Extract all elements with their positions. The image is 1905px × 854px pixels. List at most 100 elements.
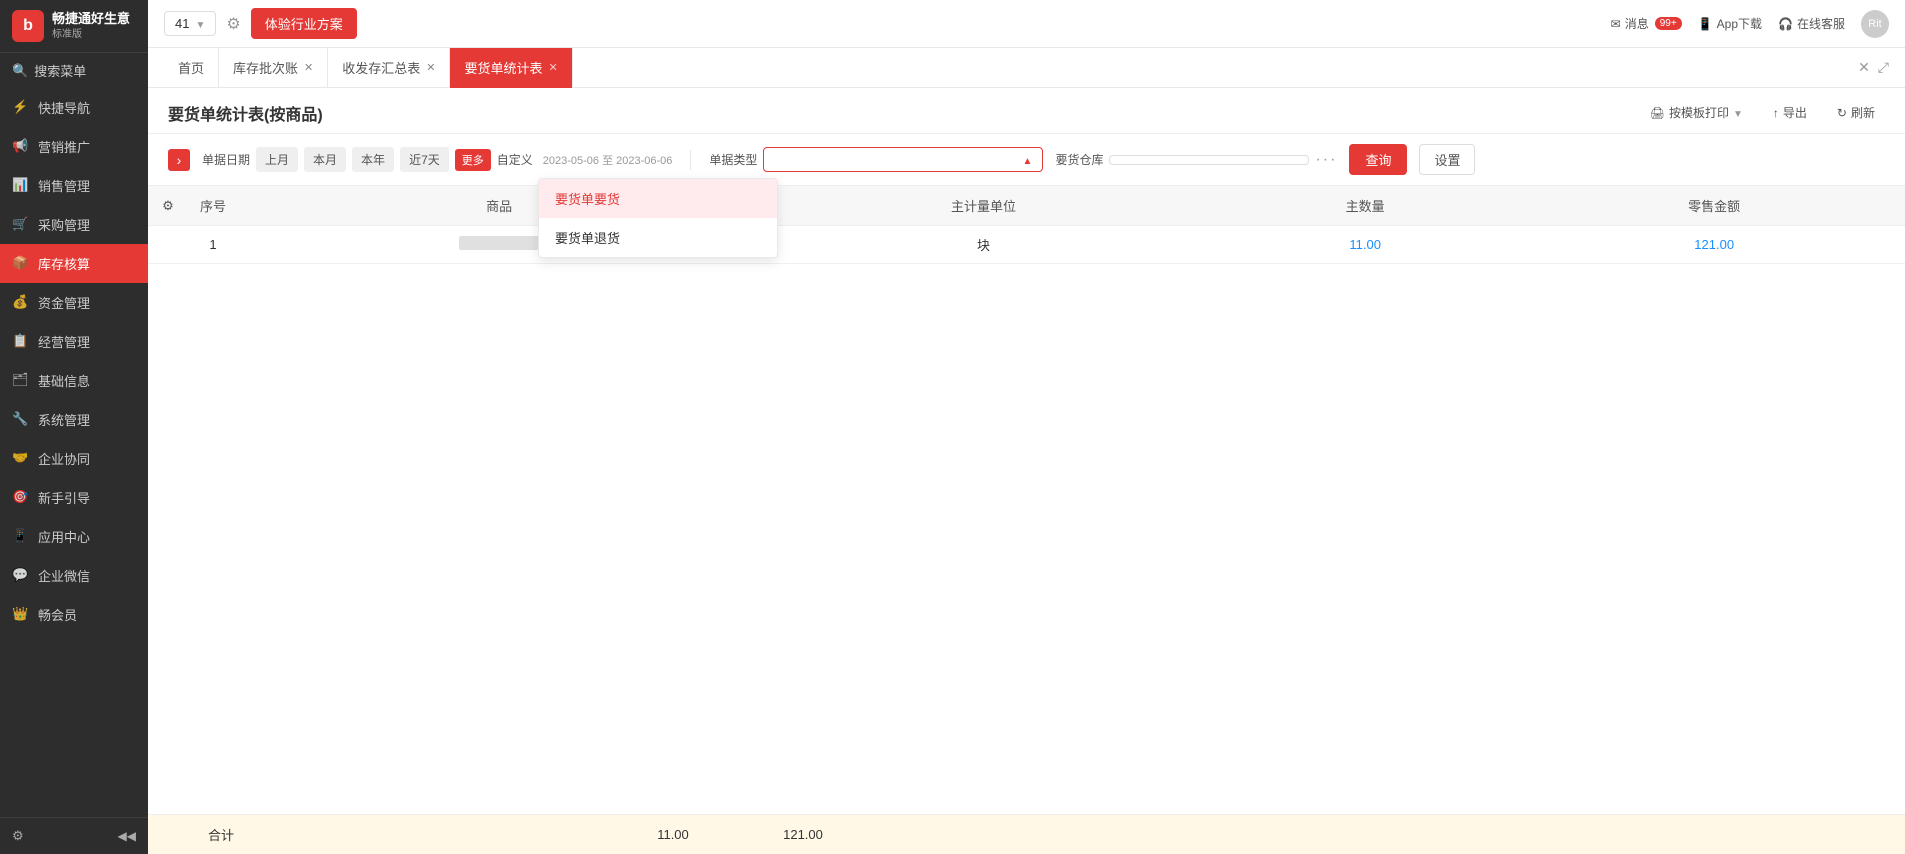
topbar-right: ✉ 消息 99+ 📱 App下载 🎧 在线客服 Rit [1611, 10, 1889, 38]
beginner-icon: 🎯 [12, 489, 30, 507]
store-name: 41 [175, 16, 189, 31]
sidebar: b 畅捷通好生意 标准版 🔍 搜索菜单 ⚡ 快捷导航 📢 营销推广 📊 销售管理… [0, 0, 148, 854]
main-content: 41 ⚙ 体验行业方案 ✉ 消息 99+ 📱 App下载 🎧 在线客服 [148, 0, 1905, 854]
warehouse-filter-group: 要货仓库 ··· [1055, 151, 1337, 169]
tab-close-all-icon[interactable]: ✕ [1858, 59, 1870, 76]
tab-expand-icon[interactable]: ⤢ [1878, 59, 1889, 76]
table-area: ⚙ 序号 商品 主计量单位 主数量 [148, 186, 1905, 814]
summary-quantity: 11.00 [608, 827, 738, 842]
dropdown-option-order-return[interactable]: 要货单退货 [539, 218, 777, 257]
sidebar-item-base-info[interactable]: 🗂 基础信息 [0, 361, 148, 400]
col-header-num: 序号 [188, 186, 238, 226]
logo-text: 畅捷通好生意 标准版 [52, 11, 130, 41]
sidebar-collapse-icon[interactable]: ◀◀ [118, 829, 136, 843]
sidebar-item-finance[interactable]: 💰 资金管理 [0, 283, 148, 322]
type-input[interactable] [774, 152, 1018, 167]
trial-btn[interactable]: 体验行业方案 [251, 8, 357, 39]
app-download-action[interactable]: 📱 App下载 [1698, 15, 1762, 32]
export-btn[interactable]: ↑ 导出 [1763, 100, 1817, 125]
gear-settings-icon[interactable]: ⚙ [226, 14, 240, 34]
quick-nav-icon: ⚡ [12, 99, 30, 117]
column-settings-icon[interactable]: ⚙ [162, 198, 174, 213]
enterprise-icon: 🤝 [12, 450, 30, 468]
filter-separator [690, 150, 691, 170]
tab-close-receivable-summary[interactable]: ✕ [426, 61, 435, 74]
sidebar-item-app-center[interactable]: 📱 应用中心 [0, 517, 148, 556]
sidebar-item-wechat[interactable]: 💬 企业微信 [0, 556, 148, 595]
inventory-icon: 📦 [12, 255, 30, 273]
set-btn[interactable]: 设置 [1419, 144, 1475, 175]
finance-icon: 💰 [12, 294, 30, 312]
table-header-row: ⚙ 序号 商品 主计量单位 主数量 [148, 186, 1905, 226]
query-btn[interactable]: 查询 [1349, 144, 1407, 175]
sidebar-search[interactable]: 🔍 搜索菜单 [0, 53, 148, 88]
table-row: 1 块 11.00 121.00 [148, 226, 1905, 264]
message-icon: ✉ [1611, 17, 1621, 31]
sidebar-item-beginner[interactable]: 🎯 新手引导 [0, 478, 148, 517]
filter-more-dots[interactable]: ··· [1315, 151, 1337, 169]
page-actions: 🖨 按模板打印 ↑ 导出 ↻ 刷新 [1640, 100, 1885, 125]
date-filter-label: 单据日期 [202, 151, 250, 168]
chevron-down-icon [195, 16, 205, 31]
cell-quantity: 11.00 [1207, 226, 1523, 264]
summary-row: 合计 11.00 121.00 [148, 814, 1905, 854]
filter-area: › 单据日期 上月 本月 本年 近7天 更多 自定义 2023-05-06 至 … [148, 134, 1905, 186]
logo-icon: b [12, 10, 44, 42]
messages-badge: 99+ [1655, 17, 1682, 30]
online-service-action[interactable]: 🎧 在线客服 [1778, 15, 1845, 32]
user-profile[interactable]: Rit [1861, 10, 1889, 38]
type-filter-group: 单据类型 [709, 147, 1043, 172]
sidebar-item-quick-nav[interactable]: ⚡ 快捷导航 [0, 88, 148, 127]
store-selector[interactable]: 41 [164, 11, 216, 36]
sales-icon: 📊 [12, 177, 30, 195]
messages-action[interactable]: ✉ 消息 99+ [1611, 15, 1682, 32]
cell-unit: 块 [760, 226, 1207, 264]
warehouse-dropdown[interactable] [1109, 155, 1309, 165]
date-this-year-btn[interactable]: 本年 [352, 147, 394, 172]
warehouse-filter-label: 要货仓库 [1055, 151, 1103, 168]
tab-receivable-summary[interactable]: 收发存汇总表 ✕ [328, 48, 450, 88]
filter-toggle-btn[interactable]: › [168, 149, 190, 171]
tab-close-order-summary[interactable]: ✕ [549, 61, 558, 74]
page-area: 要货单统计表(按商品) 🖨 按模板打印 ↑ 导出 ↻ 刷新 › [148, 88, 1905, 854]
phone-icon: 📱 [1698, 17, 1713, 31]
app-center-icon: 📱 [12, 528, 30, 546]
type-filter-label: 单据类型 [709, 151, 757, 168]
sidebar-item-purchase[interactable]: 🛒 采购管理 [0, 205, 148, 244]
sidebar-item-marketing[interactable]: 📢 营销推广 [0, 127, 148, 166]
tab-order-summary[interactable]: 要货单统计表 ✕ [450, 48, 572, 88]
sidebar-settings-icon[interactable]: ⚙ [12, 828, 24, 844]
sidebar-item-sales[interactable]: 📊 销售管理 [0, 166, 148, 205]
sidebar-bottom: ⚙ ◀◀ [0, 817, 148, 854]
refresh-icon: ↻ [1837, 106, 1847, 120]
date-last-month-btn[interactable]: 上月 [256, 147, 298, 172]
type-dropdown[interactable] [763, 147, 1043, 172]
type-dropdown-popup: 要货单要货 要货单退货 [538, 178, 778, 258]
export-icon: ↑ [1773, 106, 1779, 120]
date-custom-btn[interactable]: 自定义 [497, 151, 533, 168]
sidebar-item-vip[interactable]: 👑 畅会员 [0, 595, 148, 634]
date-more-btn[interactable]: 更多 [455, 149, 491, 171]
date-this-month-btn[interactable]: 本月 [304, 147, 346, 172]
wechat-icon: 💬 [12, 567, 30, 585]
search-icon: 🔍 [12, 63, 28, 79]
tab-home[interactable]: 首页 [164, 48, 219, 88]
tabs-right: ✕ ⤢ [1858, 59, 1889, 76]
col-header-settings[interactable]: ⚙ [148, 186, 188, 226]
system-icon: 🔧 [12, 411, 30, 429]
tab-close-inventory-batch[interactable]: ✕ [304, 61, 313, 74]
sidebar-item-enterprise[interactable]: 🤝 企业协同 [0, 439, 148, 478]
sidebar-item-inventory[interactable]: 📦 库存核算 [0, 244, 148, 283]
vip-icon: 👑 [12, 606, 30, 624]
sidebar-item-operations[interactable]: 📋 经营管理 [0, 322, 148, 361]
print-btn[interactable]: 🖨 按模板打印 [1640, 100, 1753, 125]
col-header-unit: 主计量单位 [760, 186, 1207, 226]
col-header-amount: 零售金额 [1523, 186, 1905, 226]
sidebar-item-system[interactable]: 🔧 系统管理 [0, 400, 148, 439]
tab-inventory-batch[interactable]: 库存批次账 ✕ [219, 48, 328, 88]
user-avatar: Rit [1861, 10, 1889, 38]
cell-amount: 121.00 [1523, 226, 1905, 264]
dropdown-option-order-goods[interactable]: 要货单要货 [539, 179, 777, 218]
date-7days-btn[interactable]: 近7天 [400, 147, 449, 172]
refresh-btn[interactable]: ↻ 刷新 [1827, 100, 1885, 125]
